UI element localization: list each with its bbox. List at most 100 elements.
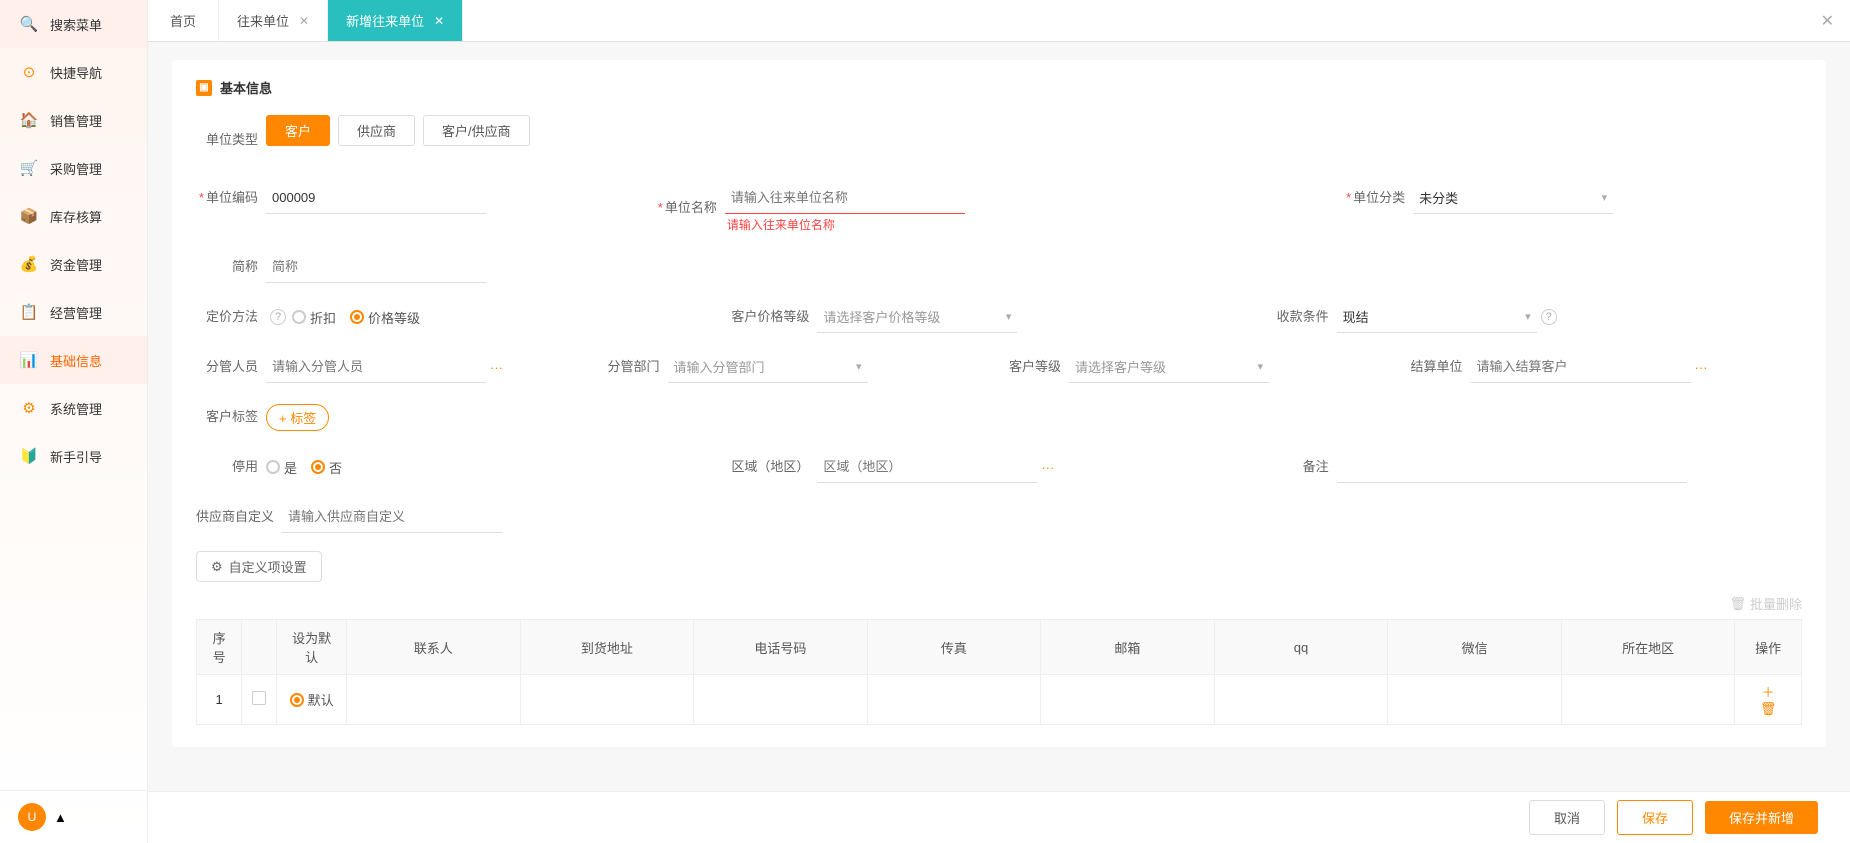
- manager-more-btn[interactable]: ···: [486, 360, 507, 375]
- sidebar-item-basic-info[interactable]: 📊 基础信息: [0, 336, 147, 384]
- footer-bar: 取消 保存 保存并新增: [148, 791, 1850, 843]
- sidebar-item-search[interactable]: 🔍 搜索菜单: [0, 0, 147, 48]
- batch-delete-button[interactable]: 🗑 批量删除: [1729, 594, 1802, 613]
- custom-settings-button[interactable]: ⚙ 自定义项设置: [196, 551, 322, 582]
- tab-partners[interactable]: 往来单位 ✕: [219, 0, 328, 41]
- tabbar-close-all[interactable]: ✕: [1805, 11, 1850, 31]
- unit-code-input[interactable]: [266, 182, 486, 214]
- settlement-item: 结算单位 ···: [1401, 351, 1803, 383]
- row-fax[interactable]: [867, 675, 1041, 725]
- pricing-discount-radio[interactable]: 折扣: [292, 308, 336, 327]
- sidebar-label-search: 搜索菜单: [50, 15, 102, 34]
- manager-row: 分管人员 ··· 分管部门 请输入分管部门 ▾ 客户等级 请选择客户等级 ▾: [196, 351, 1802, 383]
- row-add-button[interactable]: ＋: [1762, 685, 1775, 700]
- row-email-input[interactable]: [1051, 692, 1204, 707]
- save-new-button[interactable]: 保存并新增: [1705, 801, 1818, 834]
- content-area: ▣ 基本信息 单位类型 客户 供应商 客户/供应商 单位编码: [148, 42, 1850, 791]
- th-fax: 传真: [867, 620, 1041, 675]
- settlement-more-btn[interactable]: ···: [1691, 360, 1712, 375]
- row-default-radio[interactable]: 默认: [287, 690, 336, 709]
- main-area: 首页 往来单位 ✕ 新增往来单位 ✕ ✕ ▣ 基本信息 单位类型 客户: [148, 0, 1850, 843]
- unit-type-btn-both[interactable]: 客户/供应商: [423, 115, 530, 146]
- unit-category-select[interactable]: 未分类 ▾: [1413, 182, 1613, 214]
- row-phone[interactable]: [694, 675, 868, 725]
- row-qq[interactable]: [1214, 675, 1388, 725]
- row-address[interactable]: [520, 675, 694, 725]
- row-contact-input[interactable]: [357, 692, 510, 707]
- region-more-btn[interactable]: ···: [1037, 460, 1058, 475]
- customer-price-level-label: 客户价格等级: [731, 301, 817, 333]
- row-wechat[interactable]: [1388, 675, 1562, 725]
- region-item: 区域（地区） ···: [731, 451, 1266, 483]
- sidebar-item-finance[interactable]: 💰 资金管理: [0, 240, 147, 288]
- unit-name-input[interactable]: [725, 182, 965, 214]
- th-index: 序号: [197, 620, 242, 675]
- sidebar-item-quick-nav[interactable]: ⊙ 快捷导航: [0, 48, 147, 96]
- short-name-item: 简称: [196, 251, 1802, 283]
- tags-row: 客户标签 + 标签: [196, 401, 1802, 433]
- sidebar-label-sales: 销售管理: [50, 111, 102, 130]
- tags-label: 客户标签: [196, 401, 266, 433]
- operations-icon: 📋: [18, 301, 40, 323]
- row-fax-input[interactable]: [878, 692, 1031, 707]
- short-name-input[interactable]: [266, 251, 486, 283]
- supplier-custom-input[interactable]: [282, 501, 502, 533]
- sidebar-item-inventory[interactable]: 📦 库存核算: [0, 192, 147, 240]
- customer-level-label: 客户等级: [999, 351, 1069, 383]
- disabled-radio-group: 是 否: [266, 458, 342, 477]
- row-phone-input[interactable]: [704, 692, 857, 707]
- supplier-custom-label: 供应商自定义: [196, 501, 282, 533]
- pricing-help-icon[interactable]: ?: [270, 309, 286, 325]
- th-default: 设为默认: [277, 620, 347, 675]
- sidebar-label-guide: 新手引导: [50, 447, 102, 466]
- sidebar-item-sales[interactable]: 🏠 销售管理: [0, 96, 147, 144]
- payment-terms-help-icon[interactable]: ?: [1541, 309, 1557, 325]
- row-qq-input[interactable]: [1225, 692, 1378, 707]
- save-button[interactable]: 保存: [1617, 800, 1693, 835]
- manager-label: 分管人员: [196, 351, 266, 383]
- unit-name-item: 单位名称 请输入往来单位名称: [655, 182, 1343, 233]
- department-select[interactable]: 请输入分管部门 ▾: [668, 351, 868, 383]
- customer-level-select[interactable]: 请选择客户等级 ▾: [1069, 351, 1269, 383]
- basic-info-icon: 📊: [18, 349, 40, 371]
- sidebar-item-guide[interactable]: 🔰 新手引导: [0, 432, 147, 480]
- unit-type-btn-customer[interactable]: 客户: [266, 115, 330, 146]
- sidebar: 🔍 搜索菜单 ⊙ 快捷导航 🏠 销售管理 🛒 采购管理 📦 库存核算 💰 资金管…: [0, 0, 148, 843]
- th-wechat: 微信: [1388, 620, 1562, 675]
- remark-input[interactable]: [1337, 451, 1687, 483]
- unit-type-btn-supplier[interactable]: 供应商: [338, 115, 415, 146]
- tab-add-partner[interactable]: 新增往来单位 ✕: [328, 0, 463, 41]
- payment-terms-select[interactable]: 现结 ▾: [1337, 301, 1537, 333]
- disabled-yes-radio[interactable]: 是: [266, 458, 297, 477]
- tab-add-partner-close[interactable]: ✕: [434, 15, 444, 27]
- tab-partners-close[interactable]: ✕: [299, 15, 309, 27]
- region-input[interactable]: [817, 451, 1037, 483]
- row-checkbox[interactable]: [252, 691, 266, 705]
- th-action: 操作: [1735, 620, 1802, 675]
- sidebar-label-operations: 经营管理: [50, 303, 102, 322]
- manager-input[interactable]: [266, 351, 486, 383]
- add-tag-button[interactable]: + 标签: [266, 404, 329, 431]
- disabled-item: 停用 是 否: [196, 451, 731, 483]
- pricing-level-radio[interactable]: 价格等级: [350, 308, 420, 327]
- unit-name-error: 请输入往来单位名称: [727, 216, 965, 233]
- sidebar-item-operations[interactable]: 📋 经营管理: [0, 288, 147, 336]
- payment-terms-label: 收款条件: [1267, 301, 1337, 333]
- disabled-no-radio[interactable]: 否: [311, 458, 342, 477]
- table-header-row: 序号 设为默认 联系人 到货地址 电话号码 传真 邮箱 qq 微信 所在地区 操…: [197, 620, 1802, 675]
- row-wechat-input[interactable]: [1398, 692, 1551, 707]
- th-phone: 电话号码: [694, 620, 868, 675]
- row-location-input[interactable]: [1572, 692, 1725, 707]
- row-email[interactable]: [1041, 675, 1215, 725]
- customer-price-level-select[interactable]: 请选择客户价格等级 ▾: [817, 301, 1017, 333]
- settlement-input[interactable]: [1471, 351, 1691, 383]
- row-contact[interactable]: [347, 675, 521, 725]
- row-address-input[interactable]: [531, 692, 684, 707]
- tab-home[interactable]: 首页: [148, 0, 219, 41]
- row-location[interactable]: [1561, 675, 1735, 725]
- gear-icon: ⚙: [211, 559, 223, 575]
- row-delete-button[interactable]: 🗑: [1760, 701, 1777, 716]
- cancel-button[interactable]: 取消: [1529, 800, 1605, 835]
- sidebar-item-system[interactable]: ⚙ 系统管理: [0, 384, 147, 432]
- sidebar-item-purchase[interactable]: 🛒 采购管理: [0, 144, 147, 192]
